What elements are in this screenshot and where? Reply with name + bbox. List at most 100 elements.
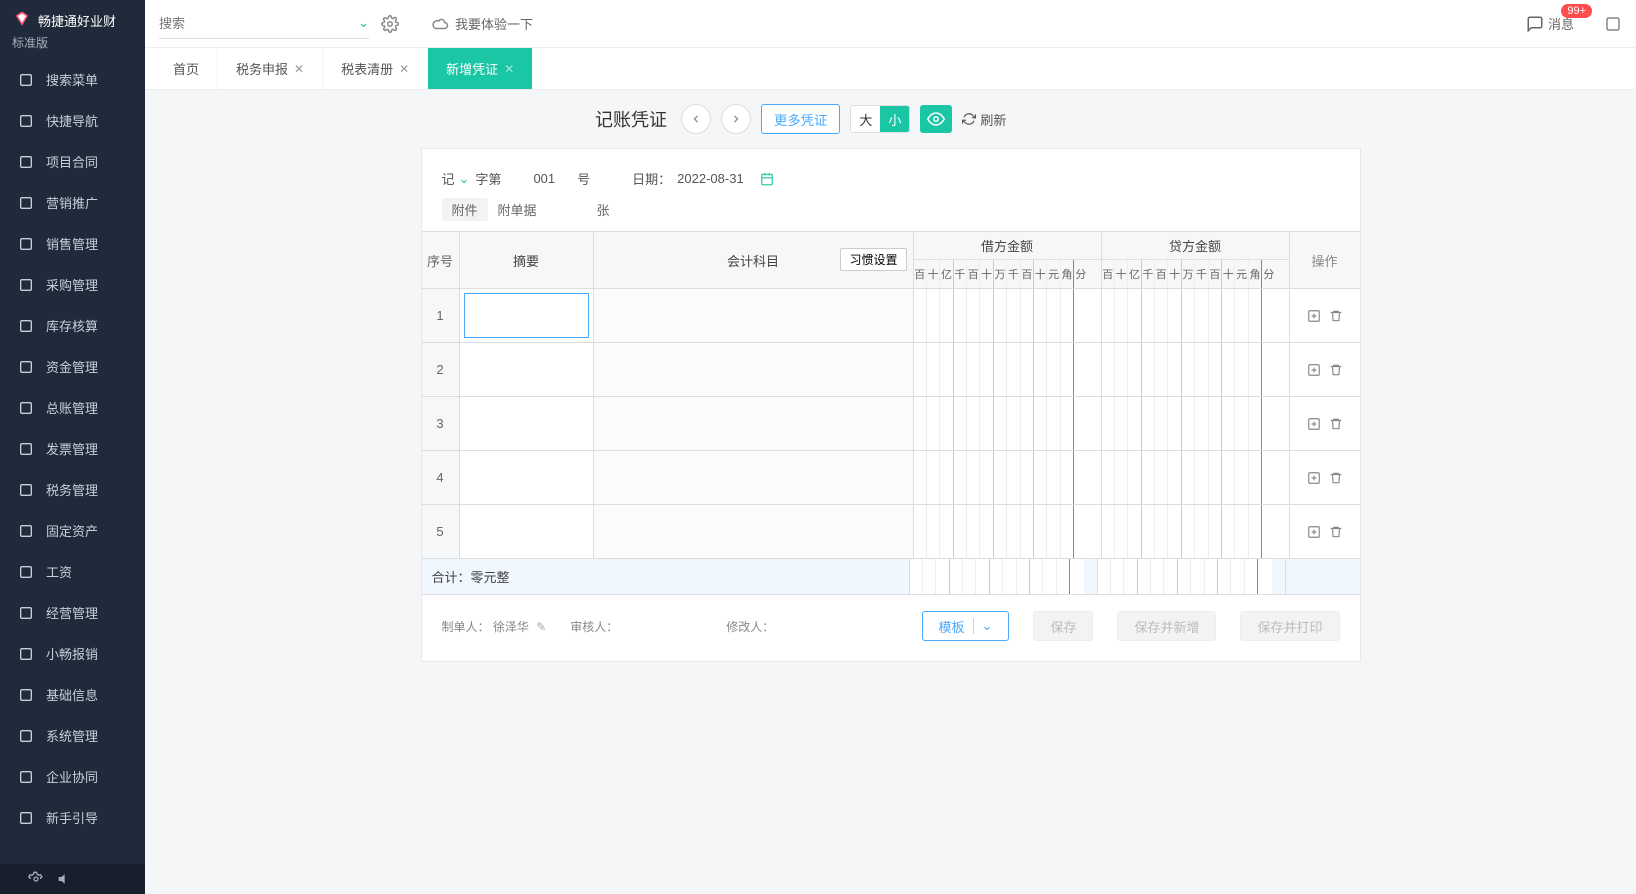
sidebar-item-17[interactable]: 企业协同 <box>0 756 145 797</box>
sidebar-item-14[interactable]: 小畅报销 <box>0 633 145 674</box>
digit-cell[interactable] <box>954 289 967 342</box>
sidebar-item-7[interactable]: 资金管理 <box>0 346 145 387</box>
digit-cell[interactable] <box>994 397 1007 450</box>
digit-cell[interactable] <box>980 505 993 558</box>
digit-cell[interactable] <box>1007 289 1020 342</box>
digit-cell[interactable] <box>1057 559 1070 594</box>
digit-cell[interactable] <box>1115 343 1128 396</box>
digit-cell[interactable] <box>1021 343 1034 396</box>
digit-cell[interactable] <box>1191 559 1204 594</box>
sidebar-item-12[interactable]: 工资 <box>0 551 145 592</box>
digit-cell[interactable] <box>1168 451 1181 504</box>
digit-cell[interactable] <box>1102 451 1115 504</box>
digit-cell[interactable] <box>994 505 1007 558</box>
digit-cell[interactable] <box>940 451 953 504</box>
digit-cell[interactable] <box>1168 289 1181 342</box>
digit-cell[interactable] <box>994 451 1007 504</box>
digit-cell[interactable] <box>1061 505 1074 558</box>
digit-cell[interactable] <box>963 559 976 594</box>
digit-cell[interactable] <box>1021 451 1034 504</box>
delete-row-icon[interactable] <box>1329 309 1343 323</box>
digit-cell[interactable] <box>1074 505 1087 558</box>
subject-cell[interactable] <box>594 343 914 396</box>
summary-cell[interactable] <box>460 397 594 450</box>
credit-cell[interactable] <box>1102 289 1290 342</box>
digit-cell[interactable] <box>1021 505 1034 558</box>
digit-cell[interactable] <box>914 343 927 396</box>
digit-cell[interactable] <box>980 451 993 504</box>
digit-cell[interactable] <box>940 397 953 450</box>
subject-cell[interactable] <box>594 397 914 450</box>
digit-cell[interactable] <box>1168 343 1181 396</box>
sidebar-item-16[interactable]: 系统管理 <box>0 715 145 756</box>
search-box[interactable]: ⌄ <box>159 9 369 39</box>
sidebar-item-18[interactable]: 新手引导 <box>0 797 145 838</box>
digit-cell[interactable] <box>1164 559 1177 594</box>
sidebar-item-10[interactable]: 税务管理 <box>0 469 145 510</box>
subject-cell[interactable] <box>594 289 914 342</box>
digit-cell[interactable] <box>1030 559 1043 594</box>
digit-cell[interactable] <box>1222 397 1235 450</box>
digit-cell[interactable] <box>1034 451 1047 504</box>
digit-cell[interactable] <box>1195 397 1208 450</box>
digit-cell[interactable] <box>954 343 967 396</box>
digit-cell[interactable] <box>1102 505 1115 558</box>
digit-cell[interactable] <box>950 559 963 594</box>
digit-cell[interactable] <box>914 451 927 504</box>
calendar-icon[interactable] <box>760 172 774 186</box>
sidebar-item-3[interactable]: 营销推广 <box>0 182 145 223</box>
digit-cell[interactable] <box>1218 559 1231 594</box>
digit-cell[interactable] <box>1182 397 1195 450</box>
digit-cell[interactable] <box>1102 397 1115 450</box>
digit-cell[interactable] <box>1142 451 1155 504</box>
delete-row-icon[interactable] <box>1329 471 1343 485</box>
edit-icon[interactable]: ✎ <box>536 620 546 634</box>
digit-cell[interactable] <box>1017 559 1030 594</box>
digit-cell[interactable] <box>940 343 953 396</box>
digit-cell[interactable] <box>1168 505 1181 558</box>
digit-cell[interactable] <box>940 505 953 558</box>
digit-cell[interactable] <box>980 397 993 450</box>
digit-cell[interactable] <box>914 397 927 450</box>
digit-cell[interactable] <box>1249 451 1262 504</box>
digit-cell[interactable] <box>936 559 949 594</box>
tab-3[interactable]: 新增凭证✕ <box>428 48 533 89</box>
digit-cell[interactable] <box>1262 343 1275 396</box>
digit-cell[interactable] <box>1047 343 1060 396</box>
sidebar-item-15[interactable]: 基础信息 <box>0 674 145 715</box>
digit-cell[interactable] <box>914 289 927 342</box>
save-print-button[interactable]: 保存并打印 <box>1240 611 1339 641</box>
digit-cell[interactable] <box>1235 289 1248 342</box>
digit-cell[interactable] <box>1195 289 1208 342</box>
digit-cell[interactable] <box>1262 505 1275 558</box>
digit-cell[interactable] <box>1034 289 1047 342</box>
tab-1[interactable]: 税务申报✕ <box>218 48 323 89</box>
digit-cell[interactable] <box>1128 505 1141 558</box>
search-input[interactable] <box>159 16 352 31</box>
digit-cell[interactable] <box>1074 343 1087 396</box>
digit-cell[interactable] <box>980 343 993 396</box>
digit-cell[interactable] <box>1142 343 1155 396</box>
digit-cell[interactable] <box>1115 451 1128 504</box>
digit-cell[interactable] <box>1262 289 1275 342</box>
digit-cell[interactable] <box>1115 397 1128 450</box>
template-button[interactable]: 模板 ⌄ <box>922 611 1010 641</box>
delete-row-icon[interactable] <box>1329 363 1343 377</box>
debit-cell[interactable] <box>914 397 1102 450</box>
digit-cell[interactable] <box>1021 289 1034 342</box>
digit-cell[interactable] <box>1128 451 1141 504</box>
digit-cell[interactable] <box>1074 289 1087 342</box>
digit-cell[interactable] <box>1142 505 1155 558</box>
digit-cell[interactable] <box>1209 451 1222 504</box>
digit-cell[interactable] <box>1209 397 1222 450</box>
refresh-button[interactable]: 刷新 <box>962 110 1006 129</box>
debit-cell[interactable] <box>914 505 1102 558</box>
digit-cell[interactable] <box>1021 397 1034 450</box>
digit-cell[interactable] <box>1155 343 1168 396</box>
digit-cell[interactable] <box>1182 505 1195 558</box>
digit-cell[interactable] <box>1222 505 1235 558</box>
digit-cell[interactable] <box>1151 559 1164 594</box>
digit-cell[interactable] <box>1182 343 1195 396</box>
sidebar-item-9[interactable]: 发票管理 <box>0 428 145 469</box>
digit-cell[interactable] <box>1168 397 1181 450</box>
